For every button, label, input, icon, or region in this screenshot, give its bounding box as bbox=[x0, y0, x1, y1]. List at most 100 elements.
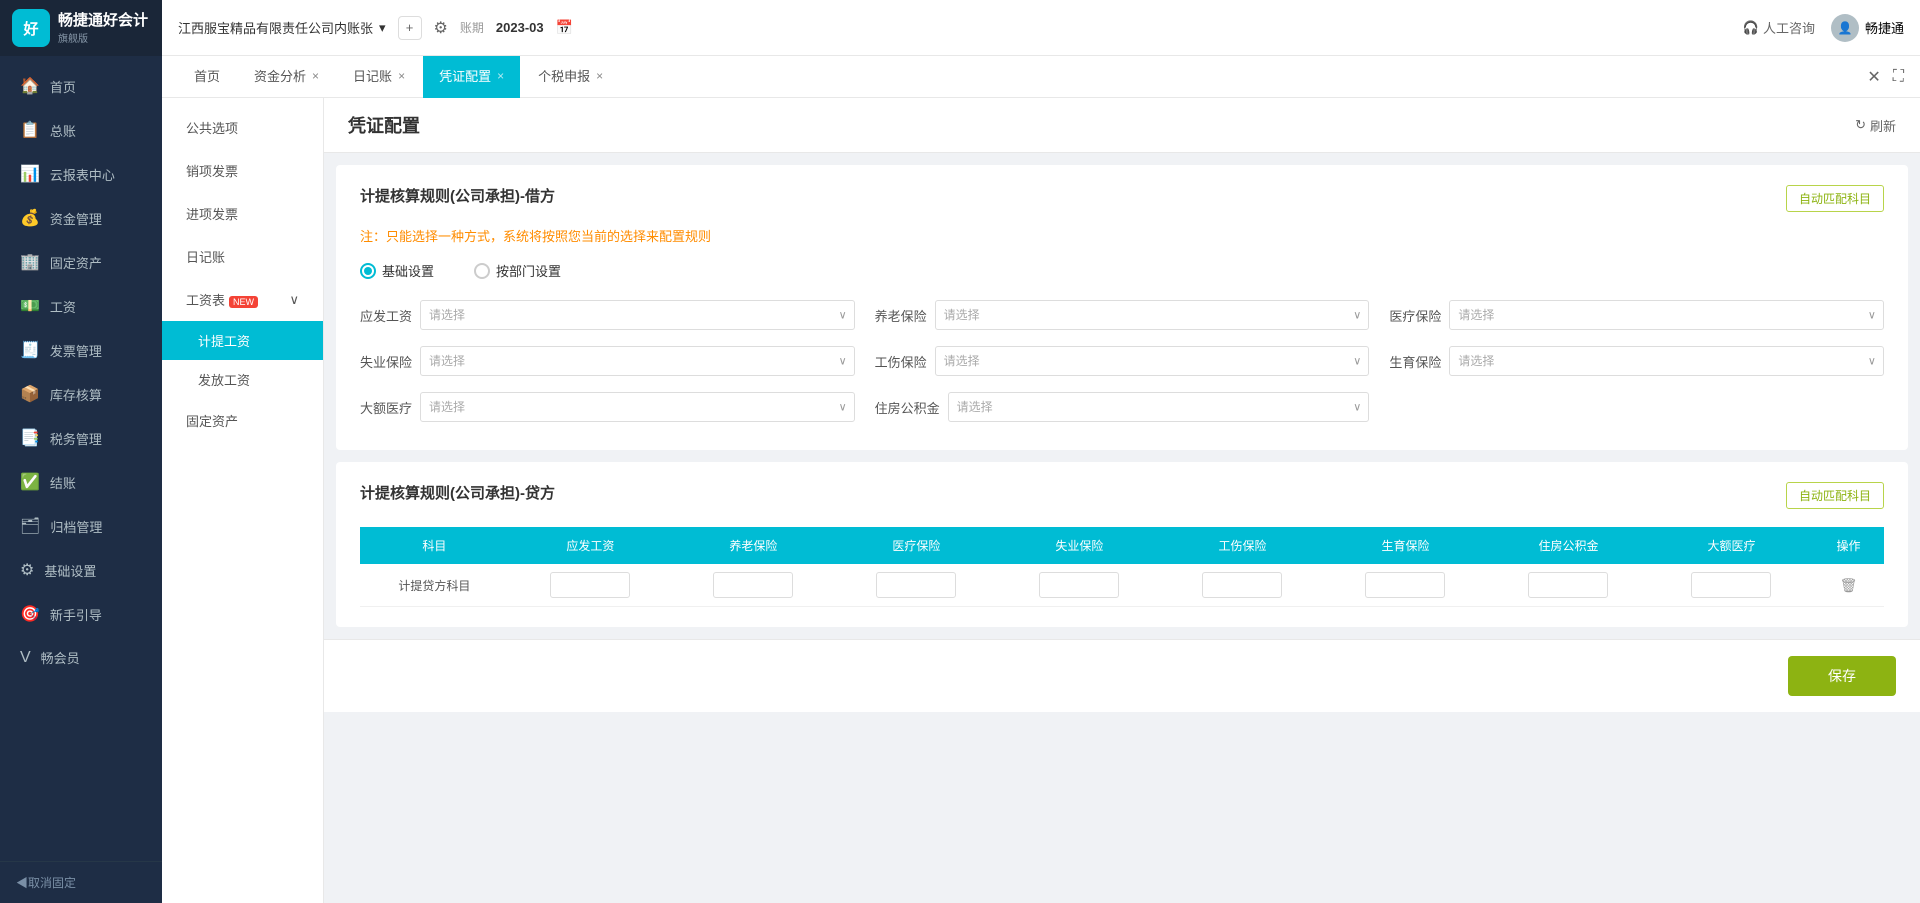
tab-home[interactable]: 首页 bbox=[178, 56, 236, 98]
select-yingfa[interactable]: 请选择 bbox=[420, 300, 855, 330]
refresh-button[interactable]: ↻ 刷新 bbox=[1855, 116, 1896, 135]
left-nav-sales-invoice[interactable]: 销项发票 bbox=[162, 149, 323, 192]
sidebar-label-home: 首页 bbox=[50, 77, 76, 96]
sidebar-item-tax[interactable]: 📑 税务管理 bbox=[0, 416, 162, 460]
left-nav-accrual-label: 计提工资 bbox=[198, 334, 250, 349]
refresh-label: 刷新 bbox=[1870, 116, 1896, 135]
sidebar-item-invoice[interactable]: 🧾 发票管理 bbox=[0, 328, 162, 372]
sidebar-label-assets: 固定资产 bbox=[50, 253, 102, 272]
input-yingfa[interactable] bbox=[550, 572, 630, 598]
input-daeyiliao[interactable] bbox=[1691, 572, 1771, 598]
select-yanglao[interactable]: 请选择 bbox=[935, 300, 1370, 330]
left-nav-purchase-invoice[interactable]: 进项发票 bbox=[162, 192, 323, 235]
save-button[interactable]: 保存 bbox=[1788, 656, 1896, 696]
tab-voucher-close[interactable]: × bbox=[497, 69, 504, 83]
input-shengyu[interactable] bbox=[1365, 572, 1445, 598]
input-gjj[interactable] bbox=[1528, 572, 1608, 598]
settings-gear-icon[interactable]: ⚙ bbox=[434, 18, 448, 38]
sidebar-item-assets[interactable]: 🏢 固定资产 bbox=[0, 240, 162, 284]
left-nav-public-label: 公共选项 bbox=[186, 121, 238, 136]
left-nav-journal[interactable]: 日记账 bbox=[162, 235, 323, 278]
radio-dept[interactable]: 按部门设置 bbox=[474, 261, 561, 280]
support-button[interactable]: 🎧 人工咨询 bbox=[1743, 18, 1815, 37]
left-nav-salary-group: 工资表NEW ∨ 计提工资 发放工资 bbox=[162, 278, 323, 399]
close-all-icon[interactable]: ✕ bbox=[1867, 67, 1880, 87]
tab-journal-close[interactable]: × bbox=[398, 69, 405, 83]
th-daeyiliao: 大额医疗 bbox=[1650, 527, 1813, 564]
page-header: 凭证配置 ↻ 刷新 bbox=[324, 98, 1920, 153]
delete-row-button[interactable]: 🗑 bbox=[1840, 577, 1858, 593]
auto-match-credit-button[interactable]: 自动匹配科目 bbox=[1786, 482, 1884, 509]
select-yiliao[interactable]: 请选择 bbox=[1449, 300, 1884, 330]
add-account-button[interactable]: + bbox=[398, 16, 422, 40]
select-gjj[interactable]: 请选择 bbox=[948, 392, 1370, 422]
tab-voucher-label: 凭证配置 bbox=[439, 66, 491, 85]
th-gjj: 住房公积金 bbox=[1487, 527, 1650, 564]
input-shiye[interactable] bbox=[1039, 572, 1119, 598]
tab-home-label: 首页 bbox=[194, 66, 220, 85]
chevron-down-icon: ∨ bbox=[289, 292, 299, 308]
input-yiliao[interactable] bbox=[876, 572, 956, 598]
radio-basic[interactable]: 基础设置 bbox=[360, 261, 434, 280]
auto-match-debit-button[interactable]: 自动匹配科目 bbox=[1786, 185, 1884, 212]
tab-journal[interactable]: 日记账 × bbox=[337, 56, 421, 98]
app-version: 旗舰版 bbox=[58, 30, 148, 45]
select-shengyu[interactable]: 请选择 bbox=[1449, 346, 1884, 376]
sidebar-item-reports[interactable]: 📊 云报表中心 bbox=[0, 152, 162, 196]
refresh-icon: ↻ bbox=[1855, 117, 1866, 133]
tab-tax-close[interactable]: × bbox=[596, 69, 603, 83]
credit-table-wrapper: 科目 应发工资 养老保险 医疗保险 失业保险 工伤保险 生育保险 住房公积金 大… bbox=[360, 527, 1884, 607]
funds-icon: 💰 bbox=[20, 208, 40, 228]
field-gjj: 住房公积金 请选择 bbox=[875, 392, 1370, 422]
field-gongshang: 工伤保险 请选择 bbox=[875, 346, 1370, 376]
select-gongshang[interactable]: 请选择 bbox=[935, 346, 1370, 376]
sidebar-item-salary[interactable]: 💵 工资 bbox=[0, 284, 162, 328]
sidebar-item-funds[interactable]: 💰 资金管理 bbox=[0, 196, 162, 240]
main-area: 江西服宝精品有限责任公司内账张 ▾ + ⚙ 账期 2023-03 📅 🎧 人工咨… bbox=[162, 0, 1920, 903]
left-nav-accrual[interactable]: 计提工资 bbox=[162, 321, 323, 360]
td-shengyu-input bbox=[1324, 564, 1487, 607]
tab-funds[interactable]: 资金分析 × bbox=[238, 56, 335, 98]
sidebar: 好 畅捷通好会计 旗舰版 🏠 首页 📋 总账 📊 云报表中心 💰 资金管理 🏢 … bbox=[0, 0, 162, 903]
radio-basic-circle bbox=[360, 263, 376, 279]
select-yingfa-wrapper: 请选择 bbox=[420, 300, 855, 330]
td-yingfa-input bbox=[509, 564, 672, 607]
input-yanglao[interactable] bbox=[713, 572, 793, 598]
left-nav-payout[interactable]: 发放工资 bbox=[162, 360, 323, 399]
select-shiye[interactable]: 请选择 bbox=[420, 346, 855, 376]
th-yanglao: 养老保险 bbox=[672, 527, 835, 564]
calendar-icon[interactable]: 📅 bbox=[556, 19, 573, 36]
label-yiliao: 医疗保险 bbox=[1389, 306, 1441, 325]
th-gongshang: 工伤保险 bbox=[1161, 527, 1324, 564]
tab-tax[interactable]: 个税申报 × bbox=[522, 56, 619, 98]
sidebar-item-inventory[interactable]: 📦 库存核算 bbox=[0, 372, 162, 416]
left-nav-fixed-assets[interactable]: 固定资产 bbox=[162, 399, 323, 442]
sidebar-item-settings[interactable]: ⚙ 基础设置 bbox=[0, 548, 162, 592]
company-selector[interactable]: 江西服宝精品有限责任公司内账张 ▾ bbox=[178, 18, 386, 37]
th-subject: 科目 bbox=[360, 527, 509, 564]
sidebar-item-ledger[interactable]: 📋 总账 bbox=[0, 108, 162, 152]
tab-voucher-config[interactable]: 凭证配置 × bbox=[423, 56, 520, 98]
logo-icon: 好 bbox=[12, 9, 50, 47]
td-shiye-input bbox=[998, 564, 1161, 607]
tab-funds-close[interactable]: × bbox=[312, 69, 319, 83]
sidebar-item-home[interactable]: 🏠 首页 bbox=[0, 64, 162, 108]
user-area[interactable]: 👤 畅捷通 bbox=[1831, 14, 1904, 42]
td-yiliao-input bbox=[835, 564, 998, 607]
inventory-icon: 📦 bbox=[20, 384, 40, 404]
left-nav-salary-parent[interactable]: 工资表NEW ∨ bbox=[162, 278, 323, 321]
expand-icon[interactable]: ⛶ bbox=[1893, 68, 1904, 86]
input-gongshang[interactable] bbox=[1202, 572, 1282, 598]
sidebar-item-close[interactable]: ✅ 结账 bbox=[0, 460, 162, 504]
unpin-button[interactable]: ◀取消固定 bbox=[0, 861, 162, 903]
left-nav-public[interactable]: 公共选项 bbox=[162, 106, 323, 149]
vip-icon: V bbox=[20, 649, 31, 667]
select-daeyiliao[interactable]: 请选择 bbox=[420, 392, 855, 422]
sidebar-item-guide[interactable]: 🎯 新手引导 bbox=[0, 592, 162, 636]
radio-dept-label: 按部门设置 bbox=[496, 261, 561, 280]
sidebar-item-vip[interactable]: V 畅会员 bbox=[0, 636, 162, 679]
label-shengyu: 生育保险 bbox=[1389, 352, 1441, 371]
sidebar-item-archive[interactable]: 🗂 归档管理 bbox=[0, 504, 162, 548]
sidebar-label-funds: 资金管理 bbox=[50, 209, 102, 228]
left-nav-purchase-label: 进项发票 bbox=[186, 207, 238, 222]
